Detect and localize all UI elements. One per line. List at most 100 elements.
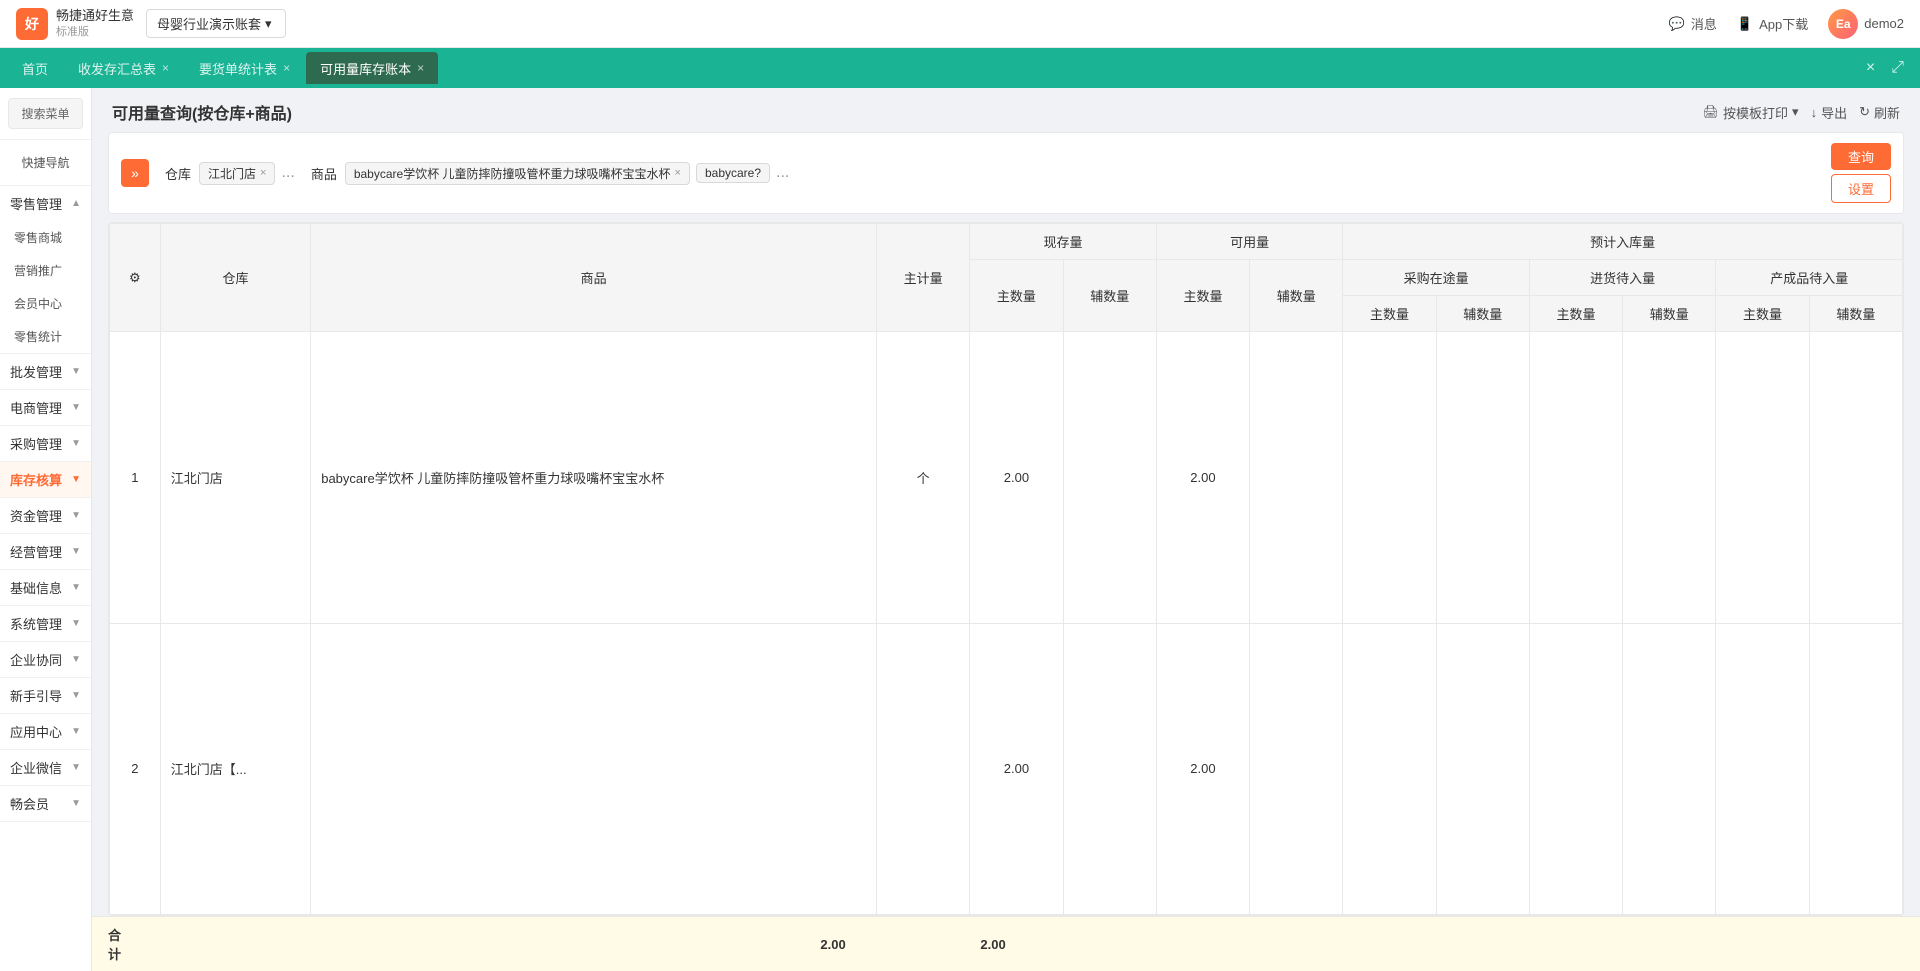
print-label: 按模板打印: [1723, 103, 1788, 122]
th-production: 产成品待入量: [1716, 260, 1903, 296]
cell-incoming-aux: [1623, 623, 1716, 915]
sidebar-item-retail-store[interactable]: 零售商城: [0, 221, 91, 254]
sidebar-purchase-header[interactable]: 采购管理 ▼: [0, 426, 91, 461]
tab-available-stock-close[interactable]: ×: [417, 61, 424, 75]
cell-warehouse: 江北门店: [160, 332, 310, 624]
sidebar-inventory-header[interactable]: 库存核算 ▼: [0, 462, 91, 497]
warehouse-filter-tags: 江北门店 × ...: [199, 162, 295, 185]
cell-current-aux: [1063, 332, 1156, 624]
warehouse-tag-label: 江北门店: [208, 165, 256, 182]
settings-btn[interactable]: 设置: [1831, 174, 1891, 203]
sidebar-section-wholesale: 批发管理 ▼: [0, 354, 91, 390]
tab-summary[interactable]: 收发存汇总表 ×: [64, 52, 183, 84]
product-more-btn[interactable]: ...: [776, 164, 789, 182]
sidebar-system-label: 系统管理: [10, 614, 62, 633]
sidebar-wholesale-label: 批发管理: [10, 362, 62, 381]
query-btn[interactable]: 查询: [1831, 143, 1891, 170]
sidebar-section-wechat: 企业微信 ▼: [0, 750, 91, 786]
sidebar-basic-header[interactable]: 基础信息 ▼: [0, 570, 91, 605]
tab-available-stock-label: 可用量库存账本: [320, 59, 411, 78]
chevron-down-icon-purchase: ▼: [71, 438, 81, 449]
sidebar-basic-label: 基础信息: [10, 578, 62, 597]
sidebar-quick-nav: 快捷导航: [0, 140, 91, 186]
nav-tabs-left: 首页 收发存汇总表 × 要货单统计表 × 可用量库存账本 ×: [8, 52, 438, 84]
tab-order-stats[interactable]: 要货单统计表 ×: [185, 52, 304, 84]
chevron-down-icon-apps: ▼: [71, 726, 81, 737]
tab-summary-label: 收发存汇总表: [78, 59, 156, 78]
cell-production-aux: [1809, 623, 1902, 915]
filter-actions: 查询 设置: [1831, 143, 1891, 203]
sidebar-operations-label: 经营管理: [10, 542, 62, 561]
sidebar-collab-header[interactable]: 企业协同 ▼: [0, 642, 91, 677]
tab-available-stock[interactable]: 可用量库存账本 ×: [306, 52, 438, 84]
sidebar: 搜索菜单 快捷导航 零售管理 ▲ 零售商城 营销推广 会员中心 零售统计 批发管…: [0, 88, 92, 971]
app-download-label: App下载: [1759, 14, 1808, 33]
sidebar-item-retail-stats[interactable]: 零售统计: [0, 320, 91, 353]
chevron-down-icon-basic: ▼: [71, 582, 81, 593]
print-btn[interactable]: 🖨 按模板打印 ▾: [1703, 103, 1799, 122]
sidebar-retail-header[interactable]: 零售管理 ▲: [0, 186, 91, 221]
sidebar-ecommerce-header[interactable]: 电商管理 ▼: [0, 390, 91, 425]
export-btn[interactable]: ↓ 导出: [1811, 103, 1848, 122]
top-bar-left: 好 畅捷通好生意 标准版 母婴行业演示账套 ▾: [16, 8, 286, 40]
user-action[interactable]: Ea demo2: [1828, 9, 1904, 39]
dropdown-icon: ▾: [265, 16, 272, 32]
th-purchase-main: 主数量: [1343, 296, 1436, 332]
sidebar-section-system: 系统管理 ▼: [0, 606, 91, 642]
th-current-aux: 辅数量: [1063, 260, 1156, 332]
mobile-icon: 📱: [1737, 16, 1753, 32]
tab-home[interactable]: 首页: [8, 52, 62, 84]
tab-home-label: 首页: [22, 59, 48, 78]
sidebar-newbie-header[interactable]: 新手引导 ▼: [0, 678, 91, 713]
search-menu-btn[interactable]: 搜索菜单: [8, 98, 83, 129]
logo-sub: 标准版: [56, 23, 134, 39]
expand-icon: »: [131, 165, 139, 181]
tab-summary-close[interactable]: ×: [162, 61, 169, 75]
chevron-down-icon-vip: ▼: [71, 798, 81, 809]
warehouse-more-btn[interactable]: ...: [281, 164, 294, 182]
filter-expand-btn[interactable]: »: [121, 159, 149, 187]
cell-available-aux: [1250, 623, 1343, 915]
sidebar-collab-label: 企业协同: [10, 650, 62, 669]
sidebar-section-collab: 企业协同 ▼: [0, 642, 91, 678]
cell-no: 2: [110, 623, 161, 915]
content-area: 可用量查询(按仓库+商品) 🖨 按模板打印 ▾ ↓ 导出 ↻ 刷新: [92, 88, 1920, 971]
sidebar-operations-header[interactable]: 经营管理 ▼: [0, 534, 91, 569]
sidebar-section-apps: 应用中心 ▼: [0, 714, 91, 750]
cell-production-aux: [1809, 332, 1902, 624]
industry-selector[interactable]: 母婴行业演示账套 ▾: [146, 9, 286, 38]
settings-icon[interactable]: ⚙: [129, 270, 141, 285]
th-incoming-main: 主数量: [1529, 296, 1622, 332]
industry-label: 母婴行业演示账套: [157, 14, 261, 33]
sidebar-section-basic: 基础信息 ▼: [0, 570, 91, 606]
chevron-down-icon-operations: ▼: [71, 546, 81, 557]
print-icon: 🖨: [1703, 104, 1720, 120]
warehouse-tag-close[interactable]: ×: [260, 167, 266, 179]
sidebar-apps-header[interactable]: 应用中心 ▼: [0, 714, 91, 749]
username-label: demo2: [1864, 16, 1904, 31]
tab-order-stats-close[interactable]: ×: [283, 61, 290, 75]
sidebar-wechat-header[interactable]: 企业微信 ▼: [0, 750, 91, 785]
maximize-btn[interactable]: ⤢: [1887, 55, 1908, 81]
page-header: 可用量查询(按仓库+商品) 🖨 按模板打印 ▾ ↓ 导出 ↻ 刷新: [92, 88, 1920, 132]
th-settings[interactable]: ⚙: [110, 224, 161, 332]
product-tag-close[interactable]: ×: [675, 167, 681, 179]
sidebar-system-header[interactable]: 系统管理 ▼: [0, 606, 91, 641]
refresh-btn[interactable]: ↻ 刷新: [1859, 103, 1900, 122]
app-download-action[interactable]: 📱 App下载: [1737, 14, 1808, 33]
message-action[interactable]: 💬 消息: [1669, 14, 1717, 33]
page-actions: 🖨 按模板打印 ▾ ↓ 导出 ↻ 刷新: [1703, 103, 1901, 122]
close-all-tabs[interactable]: ×: [1862, 55, 1879, 81]
footer-available-main: 2.00: [953, 937, 1033, 952]
sidebar-item-members[interactable]: 会员中心: [0, 287, 91, 320]
sidebar-wholesale-header[interactable]: 批发管理 ▼: [0, 354, 91, 389]
sidebar-vip-header[interactable]: 畅会员 ▼: [0, 786, 91, 821]
quick-nav-item[interactable]: 快捷导航: [0, 146, 91, 179]
sidebar-item-marketing[interactable]: 营销推广: [0, 254, 91, 287]
th-current-stock: 现存量: [970, 224, 1157, 260]
sidebar-section-newbie: 新手引导 ▼: [0, 678, 91, 714]
sidebar-finance-header[interactable]: 资金管理 ▼: [0, 498, 91, 533]
cell-purchase-aux: [1436, 623, 1529, 915]
cell-available-main: 2.00: [1156, 623, 1249, 915]
th-purchase-aux: 辅数量: [1436, 296, 1529, 332]
